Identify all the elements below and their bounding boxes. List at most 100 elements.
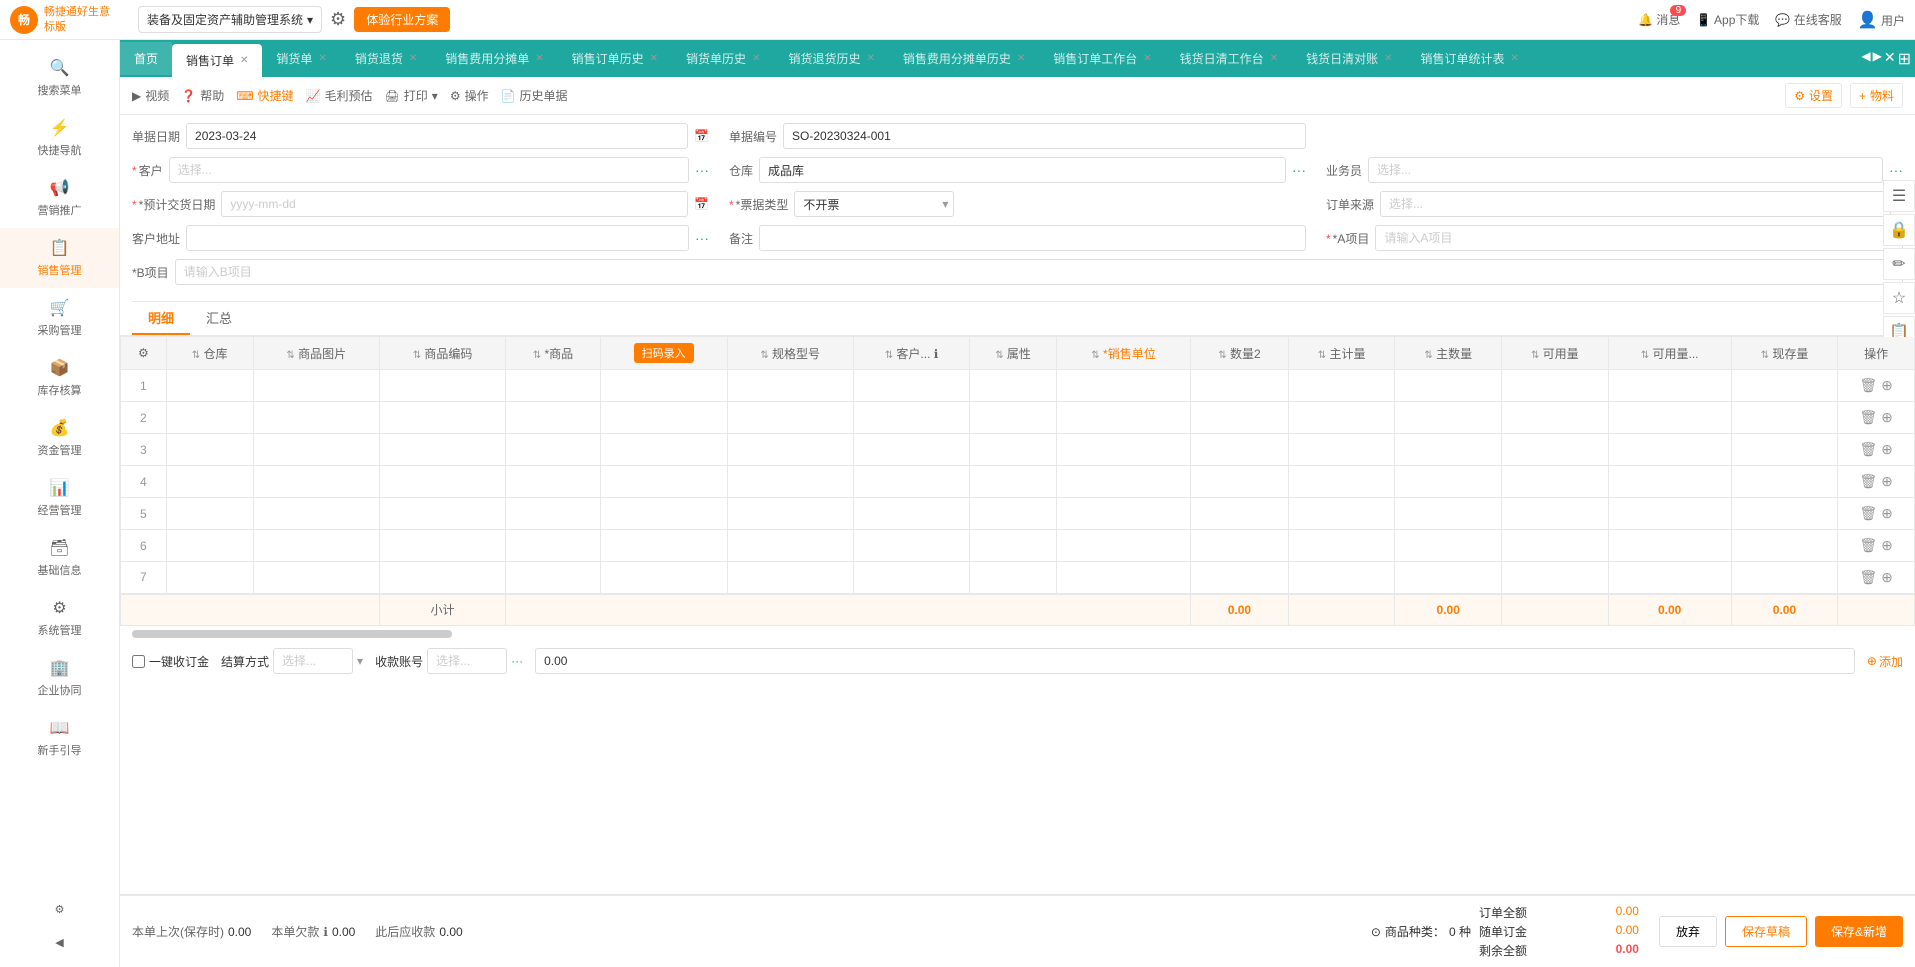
tab-more-icon[interactable]: ⊞ — [1898, 49, 1911, 69]
cell-avail2-1[interactable] — [1608, 370, 1731, 402]
tab-close-icon[interactable]: ✕ — [1017, 53, 1025, 64]
cell-image-1[interactable] — [253, 370, 379, 402]
delivery-calendar-icon[interactable]: 📅 — [694, 197, 709, 211]
salesperson-expand-icon[interactable]: ··· — [1889, 162, 1903, 178]
tab-cash-reconcile[interactable]: 钱货日清对账 ✕ — [1292, 42, 1406, 75]
cell-avail-1[interactable] — [1502, 370, 1609, 402]
payment-method-dropdown-icon[interactable]: ▾ — [357, 654, 363, 668]
sidebar-item-base-info[interactable]: 🗃 基础信息 — [0, 528, 119, 588]
tab-sales-return[interactable]: 销货退货 ✕ — [341, 42, 431, 75]
invoice-dropdown-icon[interactable]: ▾ — [942, 197, 948, 211]
print-dropdown-icon[interactable]: ▾ — [432, 89, 438, 103]
float-list-icon[interactable]: ☰ — [1883, 180, 1915, 212]
toolbar-view-button[interactable]: ▶ 视频 — [132, 87, 169, 104]
tab-sales-summary[interactable]: 销售订单统计表 ✕ — [1406, 42, 1532, 75]
copy-row-icon[interactable]: ⊕ — [1881, 441, 1893, 458]
sidebar-item-marketing[interactable]: 📢 营销推广 — [0, 168, 119, 228]
tab-close-icon[interactable]: ✕ — [240, 55, 248, 66]
cell-spec-1[interactable] — [727, 370, 853, 402]
sidebar-item-inventory[interactable]: 📦 库存核算 — [0, 348, 119, 408]
sidebar-item-purchase[interactable]: 🛒 采购管理 — [0, 288, 119, 348]
copy-row-icon[interactable]: ⊕ — [1881, 537, 1893, 554]
invoice-input[interactable] — [794, 191, 954, 217]
customer-expand-icon[interactable]: ··· — [695, 162, 709, 178]
cell-attr-1[interactable] — [970, 370, 1057, 402]
add-payment-button[interactable]: ⊕ 添加 — [1867, 653, 1903, 670]
system-selector[interactable]: 装备及固定资产辅助管理系统 ▾ — [138, 6, 322, 33]
tab-return-history[interactable]: 销货退货历史 ✕ — [774, 42, 888, 75]
sidebar-item-system[interactable]: ⚙ 系统管理 — [0, 588, 119, 648]
delete-row-icon[interactable]: 🗑 — [1859, 473, 1877, 490]
cell-cust-code-1[interactable] — [853, 370, 969, 402]
one-click-checkbox-input[interactable] — [132, 655, 145, 668]
discard-button[interactable]: 放弃 — [1659, 916, 1717, 947]
sidebar-collapse-button[interactable]: ◀ — [0, 926, 119, 959]
toolbar-shortcut-button[interactable]: ⌨ 快捷键 — [236, 87, 293, 104]
tab-close-icon[interactable]: ✕ — [1270, 53, 1278, 64]
delete-row-icon[interactable]: 🗑 — [1859, 409, 1877, 426]
sidebar-item-quick-nav[interactable]: ⚡ 快捷导航 — [0, 108, 119, 168]
payment-method-input[interactable] — [273, 648, 353, 674]
order-no-input[interactable] — [783, 123, 1306, 149]
toolbar-settings-button[interactable]: ⚙ 设置 — [1785, 83, 1842, 108]
remark-input[interactable] — [759, 225, 1306, 251]
amount-input[interactable] — [535, 648, 1855, 674]
b-project-input[interactable] — [175, 259, 1903, 285]
account-input[interactable] — [427, 648, 507, 674]
tab-next-icon[interactable]: ▶ — [1873, 49, 1882, 69]
toolbar-add-material-button[interactable]: + 物料 — [1850, 83, 1903, 108]
cell-warehouse-1[interactable] — [166, 370, 253, 402]
cell-product-1[interactable] — [506, 370, 601, 402]
toolbar-help-button[interactable]: ❓ 帮助 — [181, 87, 224, 104]
warehouse-input[interactable] — [759, 157, 1286, 183]
copy-row-icon[interactable]: ⊕ — [1881, 473, 1893, 490]
toolbar-print-button[interactable]: 🖨 打印 ▾ — [385, 87, 438, 104]
tab-bill-history[interactable]: 销货单历史 ✕ — [672, 42, 774, 75]
tab-order-history[interactable]: 销售订单历史 ✕ — [558, 42, 672, 75]
sidebar-item-enterprise[interactable]: 🏢 企业协同 — [0, 648, 119, 708]
settings-gear-icon[interactable]: ⚙ — [330, 9, 346, 30]
col-settings[interactable]: ⚙ — [121, 337, 167, 370]
delete-row-icon[interactable]: 🗑 — [1859, 505, 1877, 522]
cell-stock-1[interactable] — [1731, 370, 1838, 402]
float-star-icon[interactable]: ☆ — [1883, 282, 1915, 314]
cell-qty2-1[interactable] — [1191, 370, 1289, 402]
delivery-input[interactable] — [221, 191, 688, 217]
tab-close-icon[interactable]: ✕ — [752, 53, 760, 64]
cell-main-qty-1[interactable] — [1395, 370, 1502, 402]
sidebar-settings-button[interactable]: ⚙ — [0, 893, 119, 926]
tab-close-icon[interactable]: ✕ — [866, 53, 874, 64]
toolbar-history-button[interactable]: 📄 历史单据 — [501, 87, 568, 104]
user-avatar[interactable]: 👤 用户 — [1858, 10, 1905, 30]
sidebar-item-search-menu[interactable]: 🔍 搜索菜单 — [0, 48, 119, 108]
tab-prev-icon[interactable]: ◀ — [1861, 49, 1870, 69]
salesperson-input[interactable] — [1368, 157, 1883, 183]
app-download-button[interactable]: 📱 App下载 — [1696, 11, 1759, 28]
tab-close-icon[interactable]: ✕ — [535, 53, 543, 64]
tab-summary-detail[interactable]: 汇总 — [190, 302, 248, 335]
tab-detail[interactable]: 明细 — [132, 302, 190, 335]
copy-row-icon[interactable]: ⊕ — [1881, 569, 1893, 586]
tab-close-icon[interactable]: ✕ — [650, 53, 658, 64]
tab-cash-workbench[interactable]: 钱货日清工作台 ✕ — [1166, 42, 1292, 75]
sidebar-item-guide[interactable]: 📖 新手引导 — [0, 708, 119, 768]
order-source-input[interactable] — [1380, 191, 1891, 217]
tab-close-icon[interactable]: ✕ — [1384, 53, 1392, 64]
float-lock-icon[interactable]: 🔒 — [1883, 214, 1915, 246]
online-service-button[interactable]: 💬 在线客服 — [1775, 11, 1841, 28]
customer-input[interactable] — [169, 157, 689, 183]
delete-row-icon[interactable]: 🗑 — [1859, 569, 1877, 586]
solution-button[interactable]: 体验行业方案 — [354, 7, 450, 32]
calendar-icon[interactable]: 📅 — [694, 129, 709, 143]
one-click-payment-checkbox[interactable]: 一键收订金 — [132, 653, 209, 670]
a-project-input[interactable] — [1375, 225, 1903, 251]
toolbar-ops-button[interactable]: ⚙ 操作 — [450, 87, 489, 104]
tab-sales-order[interactable]: 销售订单 ✕ — [172, 44, 262, 77]
notice-button[interactable]: 🔔 9 消息 — [1638, 11, 1680, 28]
tab-order-workbench[interactable]: 销售订单工作台 ✕ — [1039, 42, 1165, 75]
float-edit-icon[interactable]: ✏ — [1883, 248, 1915, 280]
tab-expense-split[interactable]: 销售费用分摊单 ✕ — [431, 42, 557, 75]
copy-row-icon[interactable]: ⊕ — [1881, 505, 1893, 522]
scan-button[interactable]: 扫码录入 — [634, 343, 694, 363]
tab-home[interactable]: 首页 — [120, 42, 172, 75]
